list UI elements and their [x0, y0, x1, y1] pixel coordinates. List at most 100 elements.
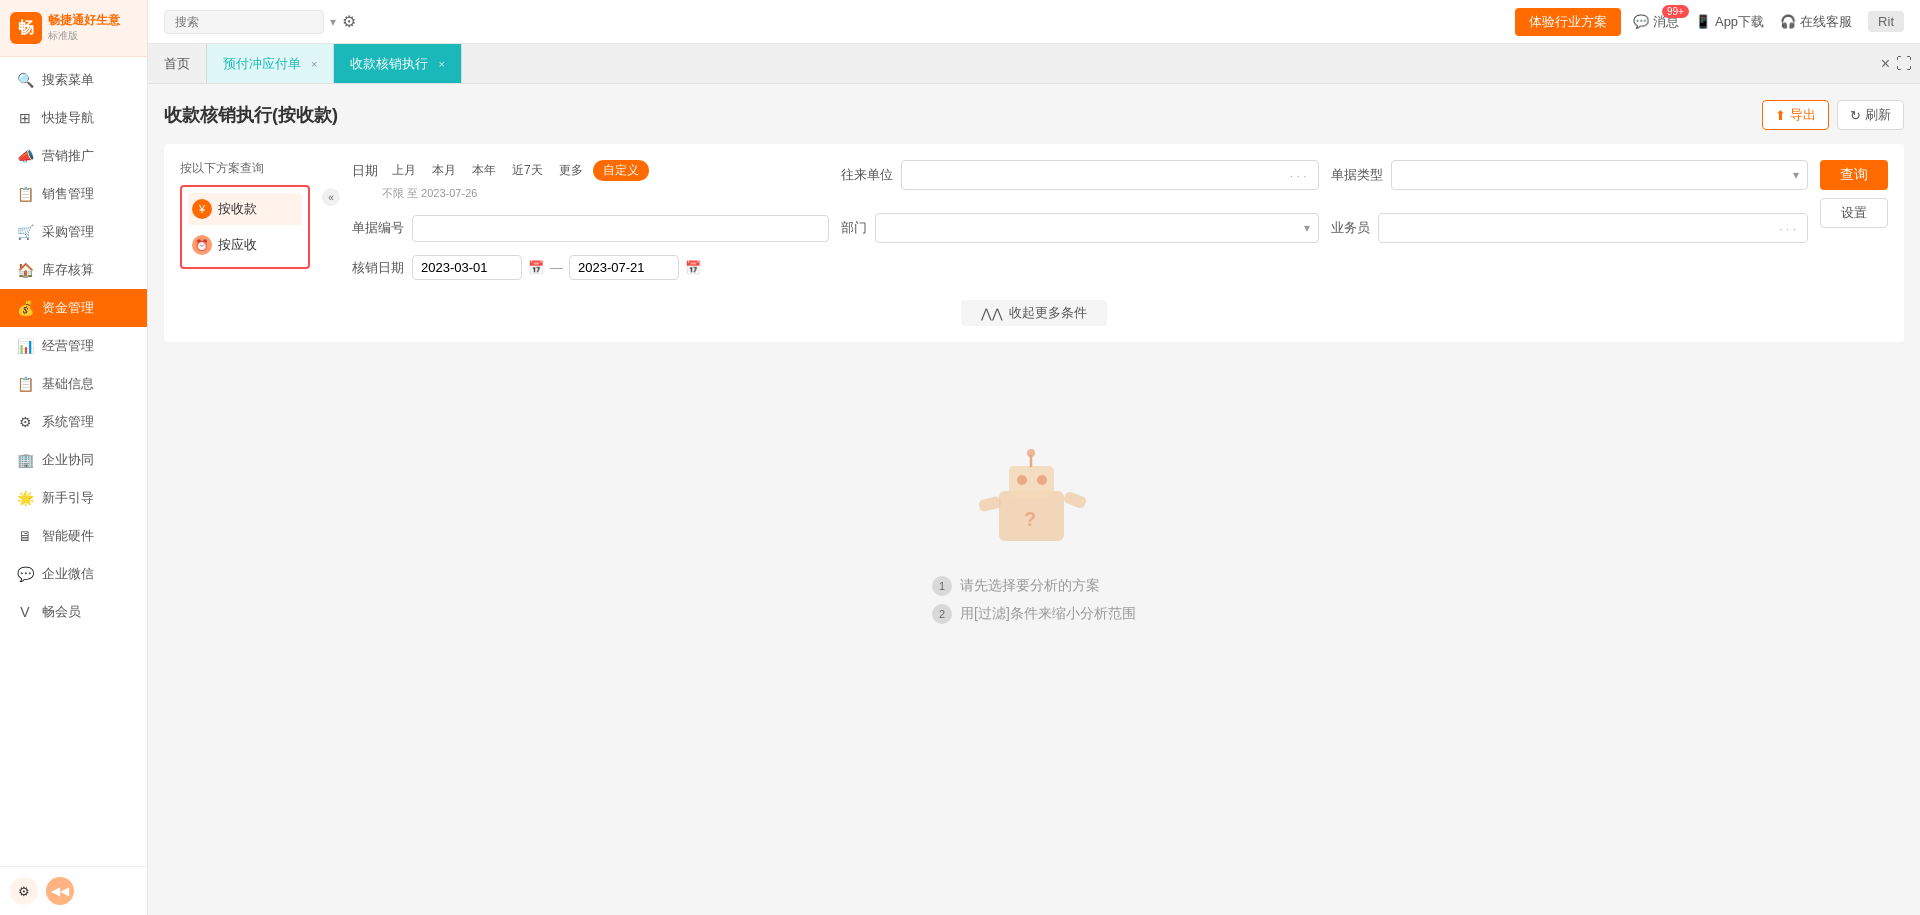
refresh-button[interactable]: ↻ 刷新 [1837, 100, 1904, 130]
doc-type-field: 单据类型 ▾ [1331, 160, 1808, 190]
purchase-icon: 🛒 [16, 223, 34, 241]
page-actions: ⬆ 导出 ↻ 刷新 [1762, 100, 1904, 130]
filter-option-receipt[interactable]: ¥ 按收款 [188, 193, 302, 225]
basic-icon: 📋 [16, 375, 34, 393]
sidebar-item-quick-nav[interactable]: ⊞ 快捷导航 [0, 99, 147, 137]
tab-home[interactable]: 首页 [148, 44, 207, 83]
tab-receipt-label: 收款核销执行 [350, 55, 428, 73]
tab-prepay-close-icon[interactable]: × [311, 58, 317, 70]
date-tab-last-month[interactable]: 上月 [386, 160, 422, 181]
filter-option-receivable-label: 按应收 [218, 236, 257, 254]
sidebar-nav: 🔍 搜索菜单 ⊞ 快捷导航 📣 营销推广 📋 销售管理 🛒 采购管理 🏠 库存核… [0, 57, 147, 866]
doc-num-input[interactable] [412, 215, 829, 242]
filter-collapse-arrow[interactable]: « [322, 160, 340, 206]
sidebar-item-basic[interactable]: 📋 基础信息 [0, 365, 147, 403]
sidebar-item-system[interactable]: ⚙ 系统管理 [0, 403, 147, 441]
sidebar-item-inventory[interactable]: 🏠 库存核算 [0, 251, 147, 289]
service-label: 在线客服 [1800, 13, 1852, 31]
doc-type-label: 单据类型 [1331, 166, 1383, 184]
verify-date-end-cal-icon[interactable]: 📅 [685, 260, 701, 275]
tip-1-number: 1 [932, 576, 952, 596]
doc-type-select[interactable]: ▾ [1391, 160, 1808, 190]
filter-row-2: 单据编号 部门 ▾ 业务员 [352, 213, 1808, 243]
filter-option-receivable[interactable]: ⏰ 按应收 [188, 229, 302, 261]
date-tab-this-year[interactable]: 本年 [466, 160, 502, 181]
collapse-more-btn[interactable]: ⋀⋀ 收起更多条件 [961, 300, 1107, 326]
sidebar-item-vip[interactable]: V 畅会员 [0, 593, 147, 631]
page-header: 收款核销执行(按收款) ⬆ 导出 ↻ 刷新 [164, 100, 1904, 130]
settings-footer-icon[interactable]: ⚙ [10, 877, 38, 905]
filter-settings-button[interactable]: 设置 [1820, 198, 1888, 228]
counterpart-field: 往来单位 ··· [841, 160, 1318, 190]
verify-date-start-cal-icon[interactable]: 📅 [528, 260, 544, 275]
operation-icon: 📊 [16, 337, 34, 355]
verify-date-start-input[interactable] [412, 255, 522, 280]
filter-sidebar-title: 按以下方案查询 [180, 160, 310, 177]
tab-receipt-close-icon[interactable]: × [438, 58, 444, 70]
receipt-option-icon: ¥ [192, 199, 212, 219]
refresh-icon: ↻ [1850, 108, 1861, 123]
tip-1-text: 请先选择要分析的方案 [960, 577, 1100, 595]
staff-label: 业务员 [1331, 219, 1370, 237]
staff-input[interactable]: ··· [1378, 213, 1808, 243]
sidebar-footer: ⚙ ◀◀ [0, 866, 147, 915]
sidebar-item-search[interactable]: 🔍 搜索菜单 [0, 61, 147, 99]
tab-prepay[interactable]: 预付冲应付单 × [207, 44, 334, 83]
doc-num-label: 单据编号 [352, 219, 404, 237]
message-btn[interactable]: 💬 消息 99+ [1633, 13, 1679, 31]
date-sublabel: 不限 至 2023-07-26 [382, 187, 477, 199]
collapse-more-area: ⋀⋀ 收起更多条件 [180, 300, 1888, 326]
logo-icon: 畅 [10, 12, 42, 44]
sidebar-item-enterprise[interactable]: 🏢 企业协同 [0, 441, 147, 479]
export-icon: ⬆ [1775, 108, 1786, 123]
doc-num-field: 单据编号 [352, 215, 829, 242]
sidebar-item-marketing[interactable]: 📣 营销推广 [0, 137, 147, 175]
counterpart-input[interactable]: ··· [901, 160, 1318, 190]
sidebar-item-operation[interactable]: 📊 经营管理 [0, 327, 147, 365]
logo-badge: 标准版 [48, 29, 120, 43]
sidebar-item-sales[interactable]: 📋 销售管理 [0, 175, 147, 213]
date-tab-this-month[interactable]: 本月 [426, 160, 462, 181]
tab-expand-btn[interactable]: ⛶ [1896, 55, 1912, 73]
query-button[interactable]: 查询 [1820, 160, 1888, 190]
sidebar-item-purchase[interactable]: 🛒 采购管理 [0, 213, 147, 251]
export-button[interactable]: ⬆ 导出 [1762, 100, 1829, 130]
date-tab-custom[interactable]: 自定义 [593, 160, 649, 181]
sidebar-item-hardware[interactable]: 🖥 智能硬件 [0, 517, 147, 555]
user-info-btn[interactable]: Rit [1868, 11, 1904, 32]
filter-form: 日期 上月 本月 本年 近7天 更多 自定义 [352, 160, 1808, 292]
finance-icon: 💰 [16, 299, 34, 317]
header-search-input[interactable] [164, 10, 324, 34]
collapse-more-label: 收起更多条件 [1009, 304, 1087, 322]
industry-btn[interactable]: 体验行业方案 [1515, 8, 1621, 36]
sidebar-item-wechat[interactable]: 💬 企业微信 [0, 555, 147, 593]
sidebar-collapse-button[interactable]: ◀◀ [46, 877, 74, 905]
header-gear-icon[interactable]: ⚙ [342, 12, 356, 31]
date-label: 日期 [352, 162, 378, 180]
tab-bar-actions: × ⛶ [1881, 55, 1912, 73]
system-icon: ⚙ [16, 413, 34, 431]
sidebar-item-finance[interactable]: 💰 资金管理 [0, 289, 147, 327]
export-label: 导出 [1790, 106, 1816, 124]
vip-icon: V [16, 603, 34, 621]
date-tab-more[interactable]: 更多 [553, 160, 589, 181]
app-icon: 📱 [1695, 14, 1711, 29]
date-tab-7days[interactable]: 近7天 [506, 160, 549, 181]
svg-point-3 [1037, 475, 1047, 485]
online-service-btn[interactable]: 🎧 在线客服 [1780, 13, 1852, 31]
tip-2-text: 用[过滤]条件来缩小分析范围 [960, 605, 1136, 623]
guide-icon: 🌟 [16, 489, 34, 507]
empty-tips: 1 请先选择要分析的方案 2 用[过滤]条件来缩小分析范围 [932, 576, 1136, 624]
tip-2-number: 2 [932, 604, 952, 624]
search-dropdown-icon[interactable]: ▾ [330, 15, 336, 29]
verify-date-end-input[interactable] [569, 255, 679, 280]
collapse-sidebar-icon[interactable]: « [322, 188, 340, 206]
receivable-option-icon: ⏰ [192, 235, 212, 255]
filter-panel: 按以下方案查询 ¥ 按收款 ⏰ 按应收 [164, 144, 1904, 342]
dept-select[interactable]: ▾ [875, 213, 1318, 243]
sidebar-item-guide[interactable]: 🌟 新手引导 [0, 479, 147, 517]
svg-rect-7 [1063, 491, 1088, 510]
tab-close-all-btn[interactable]: × [1881, 55, 1890, 73]
tab-receipt-cancel[interactable]: 收款核销执行 × [334, 44, 461, 83]
app-download-btn[interactable]: 📱 App下载 [1695, 13, 1764, 31]
